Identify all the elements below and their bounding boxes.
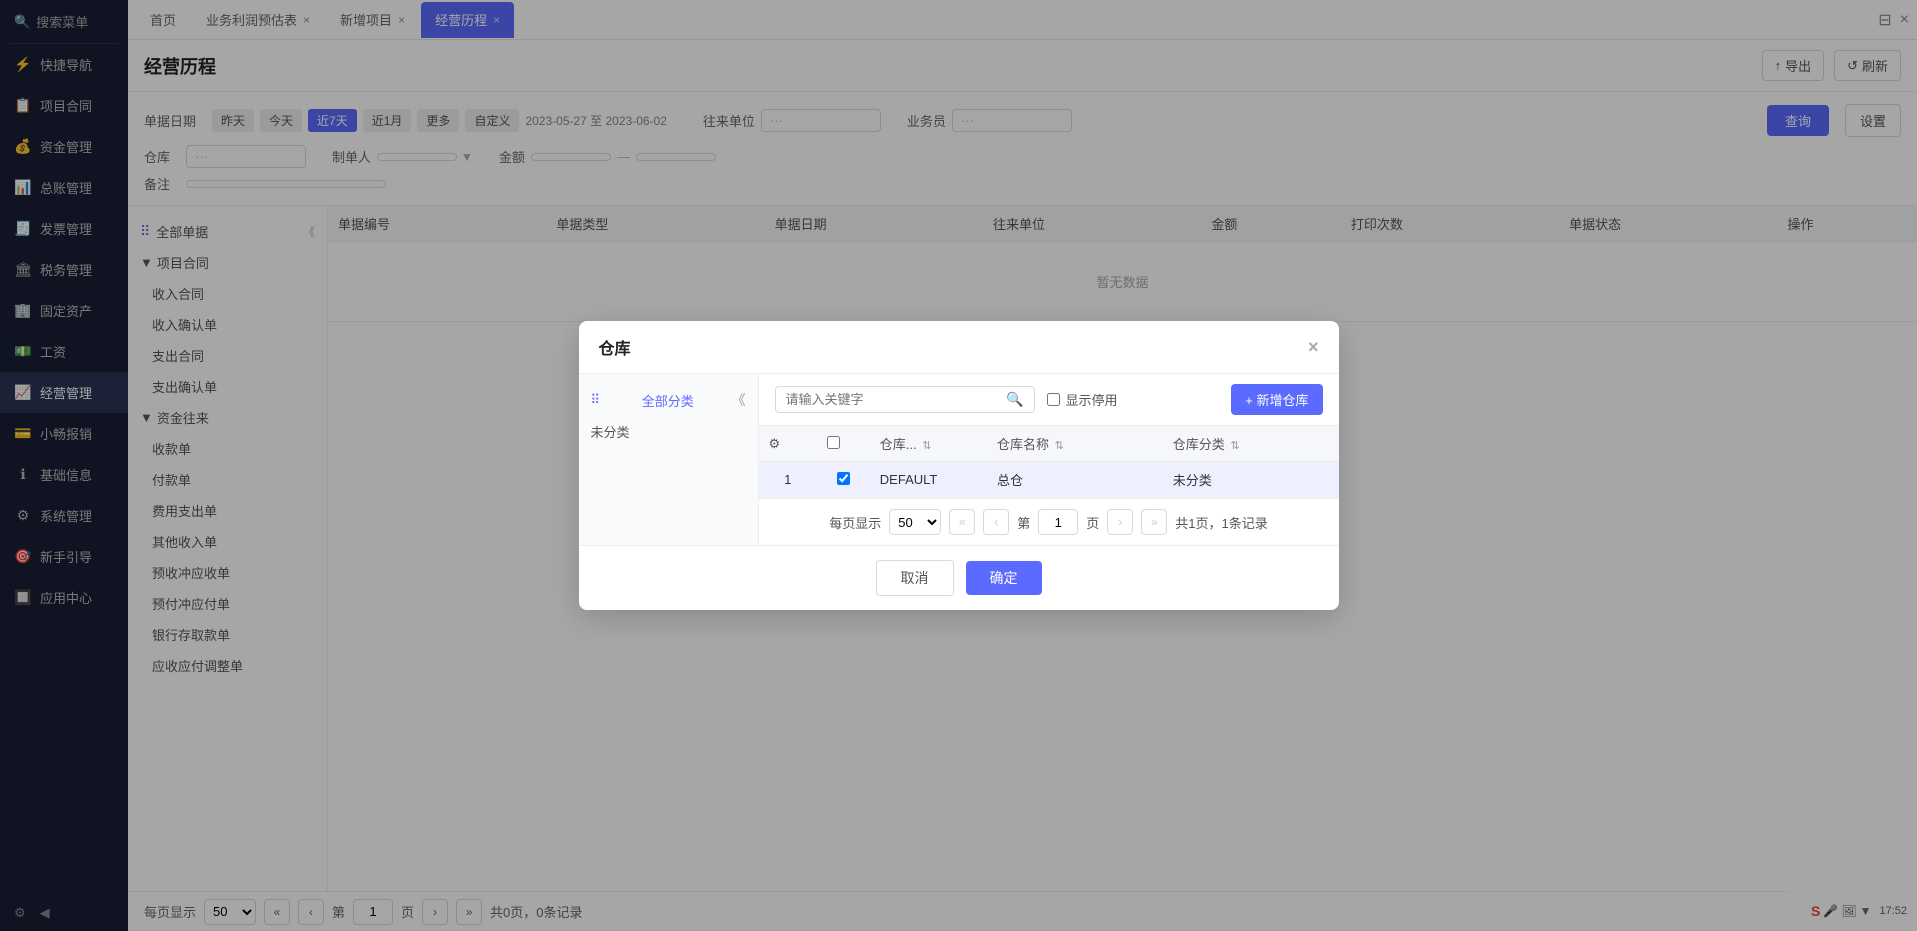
show-disabled-text: 显示停用: [1066, 390, 1118, 409]
modal-toolbar: 🔍 显示停用 + 新增仓库: [759, 374, 1339, 426]
modal-first-page-btn[interactable]: «: [949, 509, 975, 535]
modal-search-box[interactable]: 🔍: [775, 386, 1035, 413]
sort-code-icon: ⇅: [922, 440, 931, 452]
modal-close-btn[interactable]: ×: [1308, 338, 1319, 356]
add-warehouse-button[interactable]: + 新增仓库: [1231, 384, 1322, 415]
modal-right: 🔍 显示停用 + 新增仓库: [759, 374, 1339, 545]
row-category: 未分类: [1163, 462, 1339, 498]
modal-table: ⚙ 仓库... ⇅ 仓库名称 ⇅: [759, 426, 1339, 498]
modal-prev-page-btn[interactable]: ‹: [983, 509, 1009, 535]
all-categories-label: 全部分类: [642, 391, 694, 410]
row-name: 总仓: [987, 462, 1163, 498]
modal-next-page-btn[interactable]: ›: [1107, 509, 1133, 535]
modal-per-page-label: 每页显示: [829, 513, 881, 532]
modal-collapse-btn[interactable]: 《: [731, 390, 745, 410]
modal-page-label: 第: [1017, 513, 1030, 532]
modal-overlay: 仓库 × ⠿ 全部分类 《 未分类 🔍: [0, 0, 1917, 931]
modal-body: ⠿ 全部分类 《 未分类 🔍 显示停用: [579, 374, 1339, 545]
sort-name-icon: ⇅: [1055, 440, 1064, 452]
settings-col-icon[interactable]: ⚙: [769, 436, 781, 451]
modal-col-code[interactable]: 仓库... ⇅: [870, 426, 987, 462]
show-disabled-label[interactable]: 显示停用: [1047, 390, 1118, 409]
add-warehouse-label: + 新增仓库: [1245, 390, 1308, 409]
modal-page-input[interactable]: [1038, 509, 1078, 535]
modal-col-num: ⚙: [759, 426, 818, 462]
row-checkbox[interactable]: [837, 472, 850, 485]
modal-search-input[interactable]: [786, 392, 1007, 407]
modal-header: 仓库 ×: [579, 321, 1339, 374]
modal-col-name[interactable]: 仓库名称 ⇅: [987, 426, 1163, 462]
show-disabled-checkbox[interactable]: [1047, 393, 1060, 406]
row-code: DEFAULT: [870, 462, 987, 498]
modal-table-wrap: ⚙ 仓库... ⇅ 仓库名称 ⇅: [759, 426, 1339, 498]
search-icon: 🔍: [1006, 391, 1023, 408]
modal-page-unit: 页: [1086, 513, 1099, 532]
modal-title: 仓库: [599, 335, 631, 359]
cancel-button[interactable]: 取消: [876, 560, 954, 596]
select-all-checkbox[interactable]: [827, 436, 840, 449]
modal-warehouse: 仓库 × ⠿ 全部分类 《 未分类 🔍: [579, 321, 1339, 610]
all-categories-icon: ⠿: [591, 392, 601, 408]
sort-cat-icon: ⇅: [1230, 440, 1239, 452]
modal-table-row[interactable]: 1 DEFAULT 总仓 未分类: [759, 462, 1339, 498]
modal-col-category[interactable]: 仓库分类 ⇅: [1163, 426, 1339, 462]
row-check[interactable]: [817, 462, 870, 498]
modal-left-panel: ⠿ 全部分类 《 未分类: [579, 374, 759, 545]
modal-actions: 取消 确定: [579, 545, 1339, 610]
modal-col-check: [817, 426, 870, 462]
modal-last-page-btn[interactable]: »: [1141, 509, 1167, 535]
confirm-button[interactable]: 确定: [966, 561, 1042, 595]
modal-category-uncategorized[interactable]: 未分类: [579, 416, 758, 447]
modal-pagination: 每页显示 50 100 « ‹ 第 页 › » 共1页，1条记录: [759, 498, 1339, 545]
row-num: 1: [759, 462, 818, 498]
modal-per-page-select[interactable]: 50 100: [889, 509, 941, 535]
modal-total-label: 共1页，1条记录: [1175, 513, 1267, 532]
modal-left-header[interactable]: ⠿ 全部分类 《: [579, 384, 758, 416]
